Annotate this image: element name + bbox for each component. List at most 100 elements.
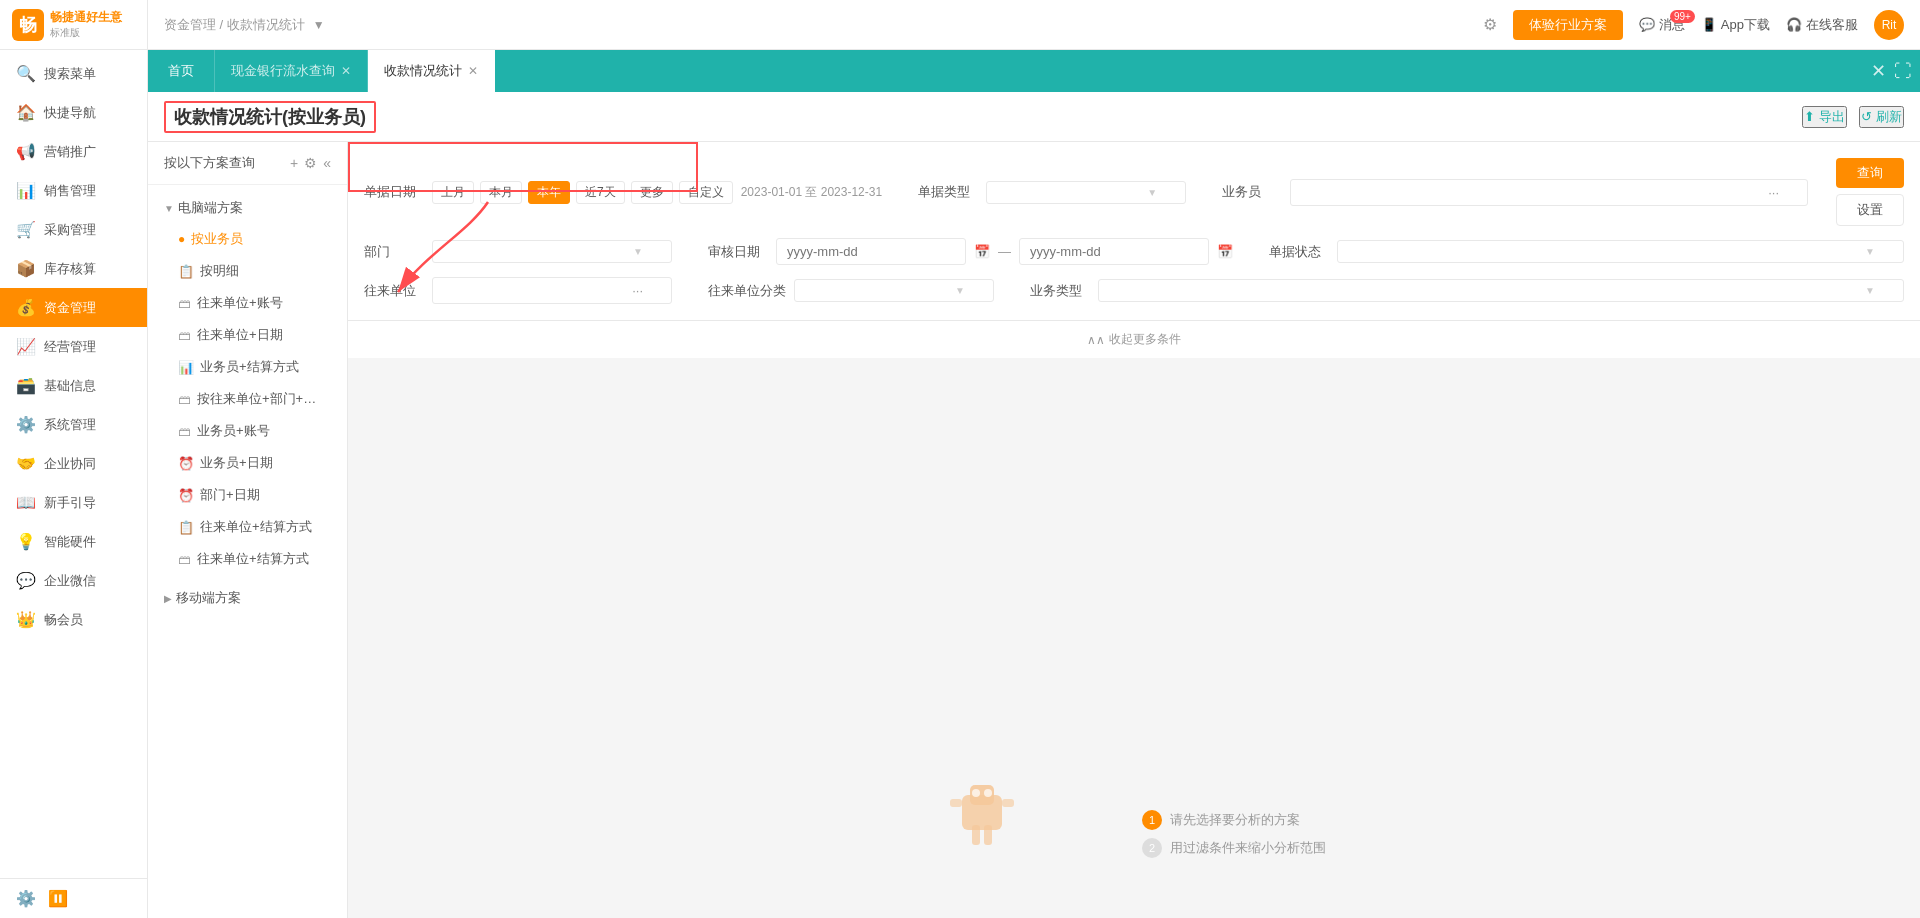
settings-footer-icon[interactable]: ⚙️ — [16, 889, 36, 908]
wechat-icon: 💬 — [16, 571, 36, 590]
svg-rect-7 — [1002, 799, 1014, 807]
scheme-item-by-detail[interactable]: 📋 按明细 — [148, 255, 347, 287]
quick-nav-icon: 🏠 — [16, 103, 36, 122]
export-button[interactable]: ⬆ 导出 — [1802, 106, 1847, 128]
partner-category-select[interactable]: ▼ — [794, 279, 994, 302]
svg-rect-6 — [950, 799, 962, 807]
sidebar-label-operation: 经营管理 — [44, 338, 96, 356]
scheme-item-by-unit-settle1[interactable]: 📋 往来单位+结算方式 — [148, 511, 347, 543]
dept-select[interactable]: ▼ — [432, 240, 672, 263]
sidebar-item-enterprise[interactable]: 🤝 企业协同 — [0, 444, 147, 483]
biz-type-select[interactable]: ▼ — [1098, 279, 1904, 302]
scheme-item-by-sales-settle[interactable]: 📊 业务员+结算方式 — [148, 351, 347, 383]
online-service-label: 在线客服 — [1806, 16, 1858, 34]
sidebar-item-member[interactable]: 👑 畅会员 — [0, 600, 147, 639]
scheme-trial-button[interactable]: 体验行业方案 — [1513, 10, 1623, 40]
scheme-item-by-dept-date[interactable]: ⏰ 部门+日期 — [148, 479, 347, 511]
sidebar-item-quick-nav[interactable]: 🏠 快捷导航 — [0, 93, 147, 132]
operation-icon: 📈 — [16, 337, 36, 356]
scheme-item-by-sales-account[interactable]: 🗃 业务员+账号 — [148, 415, 347, 447]
tab-receipt-stats-label: 收款情况统计 — [384, 62, 462, 80]
sidebar-item-purchase[interactable]: 🛒 采购管理 — [0, 210, 147, 249]
date-btn-more[interactable]: 更多 — [631, 181, 673, 204]
finance-icon: 💰 — [16, 298, 36, 317]
mobile-scheme-header[interactable]: ▶ 移动端方案 — [148, 583, 347, 613]
doc-type-select[interactable]: ▼ — [986, 181, 1186, 204]
sidebar-item-smart-hw[interactable]: 💡 智能硬件 — [0, 522, 147, 561]
scheme-item-label-by-salesman: 按业务员 — [191, 230, 243, 248]
sidebar-item-search-menu[interactable]: 🔍 搜索菜单 — [0, 54, 147, 93]
refresh-button[interactable]: ↺ 刷新 — [1859, 106, 1904, 128]
mobile-scheme-label: 移动端方案 — [176, 589, 241, 607]
query-button[interactable]: 查询 — [1836, 158, 1904, 188]
step2-num: 2 — [1142, 838, 1162, 858]
filter-collapse-button[interactable]: « — [323, 155, 331, 171]
sidebar-item-inventory[interactable]: 📦 库存核算 — [0, 249, 147, 288]
partner-more-icon: ··· — [632, 283, 643, 298]
by-sales-settle-icon: 📊 — [178, 360, 194, 375]
sidebar: 畅 畅捷通好生意 标准版 🔍 搜索菜单 🏠 快捷导航 📢 营销推广 📊 销售管理 — [0, 0, 148, 918]
sidebar-label-guide: 新手引导 — [44, 494, 96, 512]
desktop-scheme-section: ▼ 电脑端方案 ● 按业务员 📋 按明细 🗃 往来单位+账号 — [148, 185, 347, 583]
partner-category-field: 往来单位分类 ▼ — [708, 279, 994, 302]
sidebar-label-inventory: 库存核算 — [44, 260, 96, 278]
user-avatar-text: Rit — [1882, 18, 1897, 32]
doc-status-select[interactable]: ▼ — [1337, 240, 1904, 263]
app-download-button[interactable]: 📱 App下载 — [1701, 16, 1770, 34]
desktop-scheme-header[interactable]: ▼ 电脑端方案 — [148, 193, 347, 223]
breadcrumb-dropdown-icon[interactable]: ▼ — [313, 18, 325, 32]
date-btn-custom[interactable]: 自定义 — [679, 181, 733, 204]
sidebar-item-operation[interactable]: 📈 经营管理 — [0, 327, 147, 366]
scheme-item-by-unit-account[interactable]: 🗃 往来单位+账号 — [148, 287, 347, 319]
tab-receipt-stats-close-icon[interactable]: ✕ — [468, 64, 478, 78]
tab-receipt-stats[interactable]: 收款情况统计 ✕ — [368, 50, 495, 92]
biz-type-field: 业务类型 ▼ — [1030, 279, 1904, 302]
date-btn-this-year[interactable]: 本年 — [528, 181, 570, 204]
sidebar-label-sales: 销售管理 — [44, 182, 96, 200]
scheme-item-label-by-unit-account: 往来单位+账号 — [197, 294, 283, 312]
review-date-start-input[interactable] — [776, 238, 966, 265]
tabbar-maximize-icon[interactable]: ⛶ — [1894, 61, 1912, 82]
scheme-item-label-by-unit-settle2: 往来单位+结算方式 — [197, 550, 309, 568]
sidebar-item-marketing[interactable]: 📢 营销推广 — [0, 132, 147, 171]
partner-select[interactable]: ··· — [432, 277, 672, 304]
calendar-start-icon[interactable]: 📅 — [974, 244, 990, 259]
scheme-item-by-unit-dept-recv[interactable]: 🗃 按往来单位+部门+收... — [148, 383, 347, 415]
sidebar-item-system[interactable]: ⚙️ 系统管理 — [0, 405, 147, 444]
scheme-item-by-unit-settle2[interactable]: 🗃 往来单位+结算方式 — [148, 543, 347, 575]
sidebar-footer: ⚙️ ⏸️ — [0, 878, 147, 918]
sidebar-item-finance[interactable]: 💰 资金管理 — [0, 288, 147, 327]
tab-home[interactable]: 首页 — [148, 50, 215, 92]
topbar-gear-button[interactable]: ⚙ — [1483, 15, 1497, 34]
page-title: 收款情况统计(按业务员) — [164, 101, 376, 133]
user-avatar-button[interactable]: Rit — [1874, 10, 1904, 40]
scheme-item-by-sales-date[interactable]: ⏰ 业务员+日期 — [148, 447, 347, 479]
review-date-end-input[interactable] — [1019, 238, 1209, 265]
date-btn-this-month[interactable]: 本月 — [480, 181, 522, 204]
date-btn-last-month[interactable]: 上月 — [432, 181, 474, 204]
online-service-button[interactable]: 🎧 在线客服 — [1786, 16, 1858, 34]
scheme-item-by-unit-date[interactable]: 🗃 往来单位+日期 — [148, 319, 347, 351]
salesman-select[interactable]: ··· — [1290, 179, 1808, 206]
tabbar-close-all: ✕ ⛶ — [1871, 60, 1912, 82]
sidebar-item-basic-info[interactable]: 🗃️ 基础信息 — [0, 366, 147, 405]
sidebar-item-wechat[interactable]: 💬 企业微信 — [0, 561, 147, 600]
settings-button[interactable]: 设置 — [1836, 194, 1904, 226]
sidebar-item-sales[interactable]: 📊 销售管理 — [0, 171, 147, 210]
doc-status-label: 单据状态 — [1269, 243, 1329, 261]
collapse-footer-icon[interactable]: ⏸️ — [48, 889, 68, 908]
date-btn-7days[interactable]: 近7天 — [576, 181, 625, 204]
message-button[interactable]: 💬 消息 99+ — [1639, 16, 1685, 34]
tab-bank-flow-close-icon[interactable]: ✕ — [341, 64, 351, 78]
tabbar-close-icon[interactable]: ✕ — [1871, 60, 1886, 82]
scheme-item-by-salesman[interactable]: ● 按业务员 — [148, 223, 347, 255]
empty-step-1: 1 请先选择要分析的方案 — [1142, 810, 1300, 830]
filter-add-button[interactable]: + — [290, 155, 298, 171]
by-dept-date-icon: ⏰ — [178, 488, 194, 503]
tab-bank-flow[interactable]: 现金银行流水查询 ✕ — [215, 50, 368, 92]
collapse-bar[interactable]: ∧∧ 收起更多条件 — [348, 321, 1920, 358]
filter-settings-button[interactable]: ⚙ — [304, 155, 317, 171]
sidebar-item-guide[interactable]: 📖 新手引导 — [0, 483, 147, 522]
mobile-scheme-arrow-icon: ▶ — [164, 593, 172, 604]
calendar-end-icon[interactable]: 📅 — [1217, 244, 1233, 259]
